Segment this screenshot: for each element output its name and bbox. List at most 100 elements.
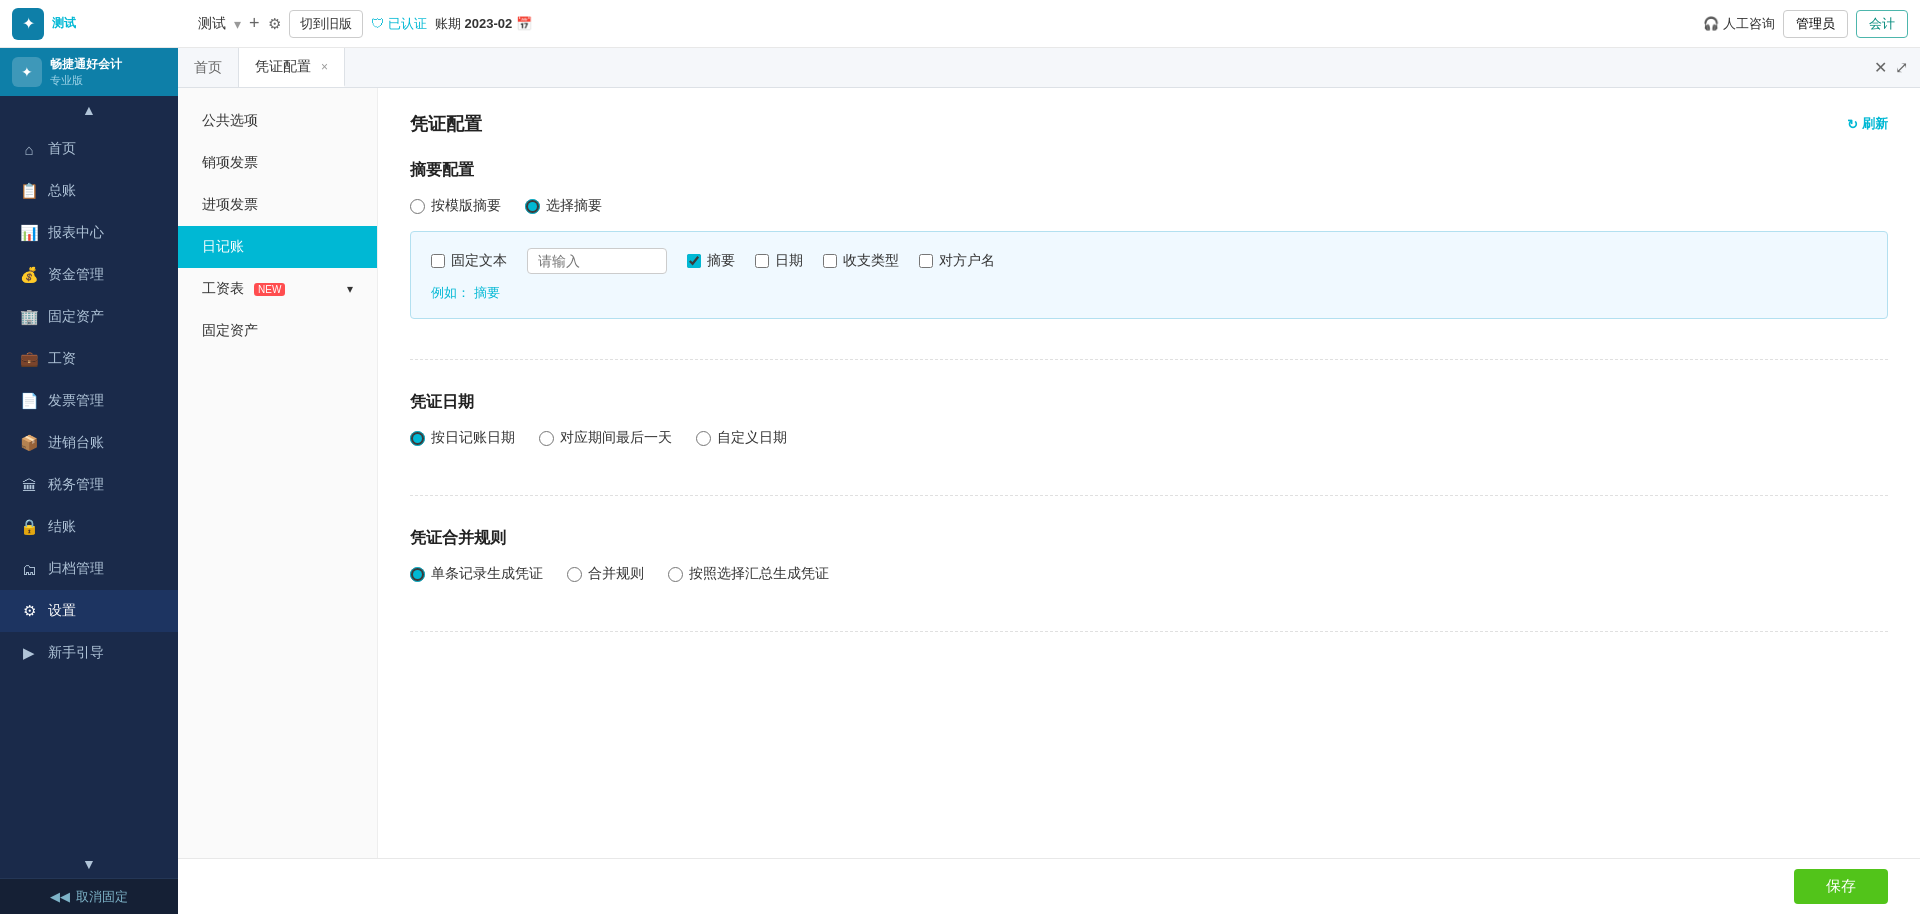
left-menu-sales-invoice[interactable]: 销项发票	[178, 142, 377, 184]
checkbox-counterpart-input[interactable]	[919, 254, 933, 268]
fixed-text-input[interactable]	[527, 248, 667, 274]
sidebar-item-invoice[interactable]: 📄 发票管理	[0, 380, 178, 422]
left-menu-payroll[interactable]: 工资表 NEW ▾	[178, 268, 377, 310]
radio-template-summary[interactable]: 按模版摘要	[410, 197, 501, 215]
sidebar-item-sales[interactable]: 📦 进销台账	[0, 422, 178, 464]
tab-home[interactable]: 首页	[178, 48, 239, 87]
tab-close-icon[interactable]: ×	[321, 60, 328, 74]
sidebar-item-salary[interactable]: 💼 工资	[0, 338, 178, 380]
shield-icon: 🛡	[371, 16, 384, 31]
calendar-icon[interactable]: 📅	[516, 16, 532, 31]
checkbox-income-type-input[interactable]	[823, 254, 837, 268]
sidebar-item-asset[interactable]: 🏢 固定资产	[0, 296, 178, 338]
checkbox-date[interactable]: 日期	[755, 252, 803, 270]
refresh-button[interactable]: ↻ 刷新	[1847, 115, 1888, 133]
radio-journal-date-input[interactable]	[410, 431, 425, 446]
merge-radio-group: 单条记录生成凭证 合并规则 按照选择汇总生成凭证	[410, 565, 1888, 583]
sidebar-logo: ✦ 畅捷通好会计 专业版	[0, 48, 178, 96]
radio-select-summary[interactable]: 选择摘要	[525, 197, 602, 215]
home-icon: ⌂	[20, 141, 38, 158]
summary-title: 摘要配置	[410, 160, 1888, 181]
ledger-icon: 📋	[20, 182, 38, 200]
left-menu-purchase-invoice[interactable]: 进项发票	[178, 184, 377, 226]
chevron-down-icon[interactable]: ▾	[234, 16, 241, 32]
left-menu-public[interactable]: 公共选项	[178, 100, 377, 142]
radio-template-input[interactable]	[410, 199, 425, 214]
radio-single-input[interactable]	[410, 567, 425, 582]
sidebar-item-ledger[interactable]: 📋 总账	[0, 170, 178, 212]
tab-bar: 首页 凭证配置 × ✕ ⤢	[178, 48, 1920, 88]
admin-button[interactable]: 管理员	[1783, 10, 1848, 38]
date-title: 凭证日期	[410, 392, 1888, 413]
headset-icon: 🎧	[1703, 16, 1719, 31]
save-button[interactable]: 保存	[1794, 869, 1888, 904]
radio-select-summary-input[interactable]	[668, 567, 683, 582]
radio-custom-date[interactable]: 自定义日期	[696, 429, 787, 447]
cancel-fixed-button[interactable]: ◀◀ 取消固定	[0, 878, 178, 914]
radio-select-input[interactable]	[525, 199, 540, 214]
checkbox-income-type[interactable]: 收支类型	[823, 252, 899, 270]
checkbox-counterpart[interactable]: 对方户名	[919, 252, 995, 270]
sidebar-scroll-down[interactable]: ▼	[0, 850, 178, 878]
topbar: ✦ 测试 测试 ▾ + ⚙ 切到旧版 🛡 已认证 账期 2023-02 📅 🎧 …	[0, 0, 1920, 48]
sidebar-item-archive[interactable]: 🗂 归档管理	[0, 548, 178, 590]
add-icon[interactable]: +	[249, 13, 260, 34]
radio-period-last-input[interactable]	[539, 431, 554, 446]
accountant-button[interactable]: 会计	[1856, 10, 1908, 38]
summary-section: 摘要配置 按模版摘要 选择摘要	[410, 160, 1888, 360]
sidebar-nav: ⌂ 首页 📋 总账 📊 报表中心 💰 资金管理 🏢 固定资产 💼 工资	[0, 124, 178, 850]
sidebar-item-capital[interactable]: 💰 资金管理	[0, 254, 178, 296]
close-accounts-icon: 🔒	[20, 518, 38, 536]
page-content: 公共选项 销项发票 进项发票 日记账 工资表 NEW ▾ 固定资产	[178, 88, 1920, 858]
logo-sub: 专业版	[50, 73, 122, 88]
right-content-area: 凭证配置 ↻ 刷新 摘要配置 按模版摘要	[378, 88, 1920, 858]
sidebar-item-home[interactable]: ⌂ 首页	[0, 128, 178, 170]
sidebar-item-settings[interactable]: ⚙ 设置	[0, 590, 178, 632]
sidebar-item-guide[interactable]: ▶ 新手引导	[0, 632, 178, 674]
sidebar-item-report[interactable]: 📊 报表中心	[0, 212, 178, 254]
left-menu: 公共选项 销项发票 进项发票 日记账 工资表 NEW ▾ 固定资产	[178, 88, 378, 858]
close-icon[interactable]: ✕	[1874, 58, 1887, 77]
summary-example: 例如： 摘要	[431, 284, 1867, 302]
checkbox-fixed-text[interactable]: 固定文本	[431, 252, 507, 270]
logo-text: 畅捷通好会计	[50, 56, 122, 73]
merge-title: 凭证合并规则	[410, 528, 1888, 549]
radio-merge-rule[interactable]: 合并规则	[567, 565, 644, 583]
checkbox-date-input[interactable]	[755, 254, 769, 268]
radio-custom-date-input[interactable]	[696, 431, 711, 446]
content-area: 首页 凭证配置 × ✕ ⤢ 公共选项 销项发票 进项发票	[178, 48, 1920, 914]
summary-options-row: 固定文本 摘要 日期	[431, 248, 1867, 274]
save-bar: 保存	[178, 858, 1920, 914]
tax-icon: 🏛	[20, 477, 38, 494]
sidebar-item-tax[interactable]: 🏛 税务管理	[0, 464, 178, 506]
expand-icon[interactable]: ⤢	[1895, 58, 1908, 77]
chevron-right-icon: ▾	[347, 282, 353, 296]
merge-section: 凭证合并规则 单条记录生成凭证 合并规则 按照选择汇总生成凭证	[410, 528, 1888, 632]
left-menu-fixed-asset[interactable]: 固定资产	[178, 310, 377, 352]
gear-icon[interactable]: ⚙	[268, 15, 281, 33]
radio-select-summary[interactable]: 按照选择汇总生成凭证	[668, 565, 829, 583]
project-name: 测试	[198, 15, 226, 33]
sidebar-item-close[interactable]: 🔒 结账	[0, 506, 178, 548]
period-info: 账期 2023-02 📅	[435, 15, 533, 33]
sales-icon: 📦	[20, 434, 38, 452]
pin-icon: ◀◀	[50, 889, 70, 904]
sidebar-scroll-up[interactable]: ▲	[0, 96, 178, 124]
tab-voucher-config[interactable]: 凭证配置 ×	[239, 48, 345, 87]
radio-journal-date[interactable]: 按日记账日期	[410, 429, 515, 447]
radio-period-last-day[interactable]: 对应期间最后一天	[539, 429, 672, 447]
old-version-button[interactable]: 切到旧版	[289, 10, 363, 38]
date-section: 凭证日期 按日记账日期 对应期间最后一天 自定义日期	[410, 392, 1888, 496]
date-radio-group: 按日记账日期 对应期间最后一天 自定义日期	[410, 429, 1888, 447]
consult-button[interactable]: 🎧 人工咨询	[1703, 15, 1775, 33]
asset-icon: 🏢	[20, 308, 38, 326]
checkbox-summary[interactable]: 摘要	[687, 252, 735, 270]
invoice-icon: 📄	[20, 392, 38, 410]
radio-merge-input[interactable]	[567, 567, 582, 582]
radio-single-record[interactable]: 单条记录生成凭证	[410, 565, 543, 583]
report-icon: 📊	[20, 224, 38, 242]
checkbox-fixed-text-input[interactable]	[431, 254, 445, 268]
left-menu-journal[interactable]: 日记账	[178, 226, 377, 268]
capital-icon: 💰	[20, 266, 38, 284]
checkbox-summary-input[interactable]	[687, 254, 701, 268]
